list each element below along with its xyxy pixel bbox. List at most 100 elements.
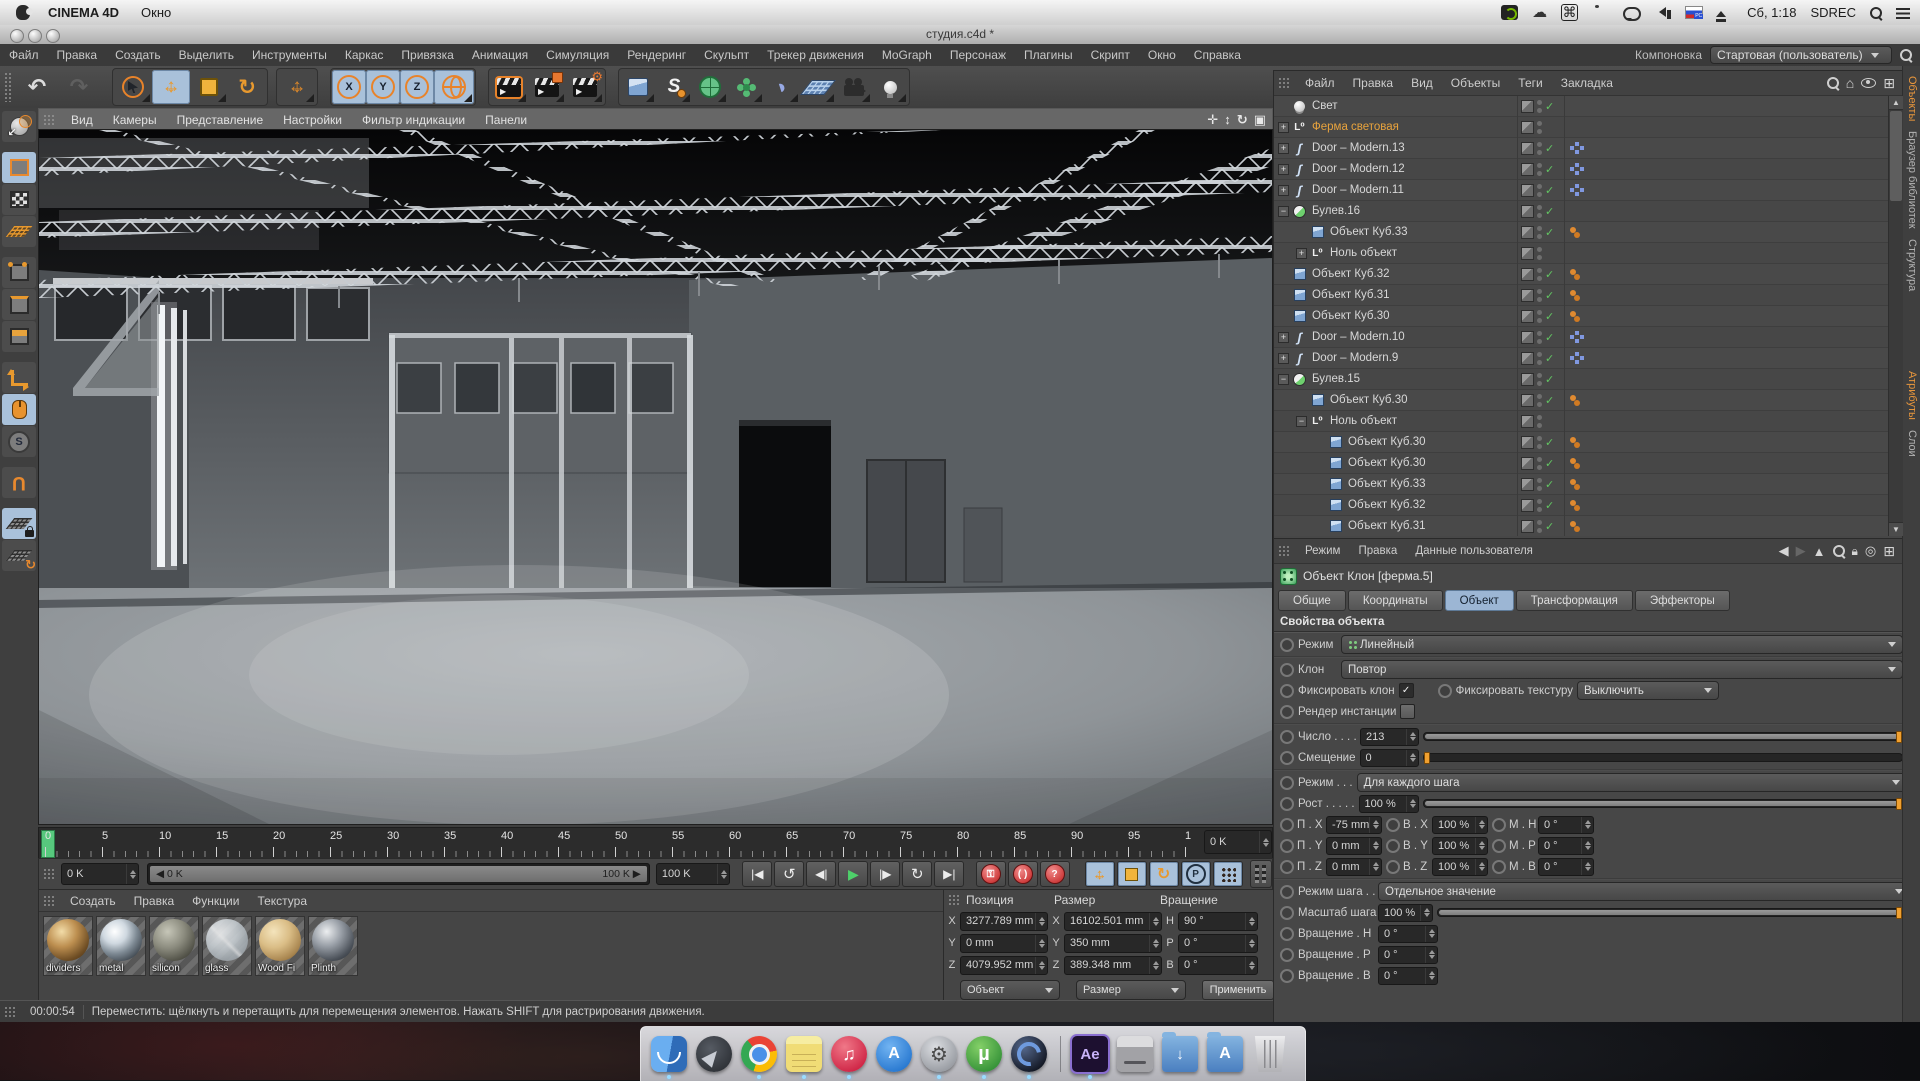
viewport-pan-icon[interactable]: ✛ bbox=[1207, 113, 1218, 126]
search-icon[interactable] bbox=[1900, 49, 1912, 61]
layer-chip[interactable] bbox=[1521, 225, 1534, 239]
attribute-tab[interactable]: Эффекторы bbox=[1634, 590, 1730, 611]
visibility-dots[interactable] bbox=[1537, 288, 1542, 302]
object-manager-scrollbar[interactable]: ▲ ▼ bbox=[1888, 96, 1903, 536]
object-tag-icon[interactable] bbox=[1570, 478, 1576, 485]
add-mograph-cloner-button[interactable] bbox=[728, 70, 764, 104]
panel-grip[interactable] bbox=[1278, 77, 1290, 89]
viewport-menu-item[interactable]: Камеры bbox=[103, 113, 167, 127]
keyframe-circle[interactable] bbox=[1386, 838, 1400, 853]
points-mode-button[interactable] bbox=[2, 257, 36, 288]
dock-app-icon[interactable]: µ bbox=[964, 1034, 1004, 1079]
object-name[interactable]: Объект Куб.31 bbox=[1348, 520, 1426, 532]
attribute-tab[interactable]: Координаты bbox=[1347, 590, 1443, 611]
object-tag-icon[interactable] bbox=[1570, 268, 1576, 275]
app-menu-item[interactable]: Анимация bbox=[463, 48, 537, 62]
app-menu-item[interactable]: Симуляция bbox=[537, 48, 618, 62]
material-swatch[interactable]: Plinth bbox=[308, 916, 358, 976]
layer-chip[interactable] bbox=[1521, 309, 1534, 323]
object-name[interactable]: Объект Куб.30 bbox=[1312, 310, 1390, 322]
mode-dropdown[interactable]: Линейный bbox=[1341, 635, 1903, 654]
goto-end-button[interactable]: ▶| bbox=[934, 861, 965, 887]
keyframe-circle[interactable] bbox=[1280, 704, 1294, 719]
app-menu-item[interactable]: Правка bbox=[48, 48, 107, 62]
app-menu-item[interactable]: Каркас bbox=[336, 48, 393, 62]
layer-chip[interactable] bbox=[1521, 393, 1534, 407]
keyframe-circle[interactable] bbox=[1437, 683, 1452, 698]
lock-z-axis-button[interactable]: Z bbox=[400, 70, 434, 104]
app-menu-item[interactable]: Выделить bbox=[170, 48, 243, 62]
object-row[interactable]: Свет ✓ bbox=[1274, 96, 1903, 117]
offset-field[interactable]: 0 bbox=[1359, 748, 1419, 767]
notification-center-icon[interactable] bbox=[1896, 8, 1910, 19]
object-name[interactable]: Объект Куб.31 bbox=[1312, 289, 1390, 301]
layer-chip[interactable] bbox=[1521, 519, 1534, 533]
visibility-dots[interactable] bbox=[1537, 120, 1542, 134]
fix-texture-dropdown[interactable]: Выключить bbox=[1576, 681, 1719, 700]
add-spline-button[interactable]: S bbox=[656, 70, 692, 104]
object-row[interactable]: Объект Куб.30 ✓ bbox=[1274, 306, 1903, 327]
growth-field[interactable]: 100 % bbox=[1358, 794, 1419, 813]
window-title-bar[interactable]: студия.c4d * bbox=[0, 25, 1920, 45]
object-name[interactable]: Объект Куб.32 bbox=[1312, 268, 1390, 280]
enabled-check-icon[interactable]: ✓ bbox=[1545, 457, 1557, 470]
visibility-dots[interactable] bbox=[1537, 162, 1542, 176]
object-name[interactable]: Door – Modern.13 bbox=[1312, 142, 1405, 154]
layer-chip[interactable] bbox=[1521, 435, 1534, 449]
live-selection-tool[interactable] bbox=[114, 70, 152, 104]
object-name[interactable]: Ноль объект bbox=[1330, 415, 1397, 427]
keyframe-circle[interactable] bbox=[1386, 859, 1400, 874]
transform-field[interactable]: 0 ° bbox=[1538, 857, 1594, 876]
visibility-dots[interactable] bbox=[1537, 456, 1542, 470]
position-y-field[interactable]: 0 mm bbox=[960, 933, 1048, 953]
app-menu-item[interactable]: MoGraph bbox=[873, 48, 941, 62]
object-tag-icon[interactable] bbox=[1570, 289, 1576, 296]
object-tag-icon[interactable] bbox=[1570, 146, 1574, 150]
snap-settings-button[interactable]: S bbox=[2, 426, 36, 457]
expand-toggle[interactable] bbox=[1278, 184, 1289, 196]
viewport-maximize-icon[interactable]: ▣ bbox=[1254, 113, 1266, 126]
enabled-check-icon[interactable]: ✓ bbox=[1545, 142, 1557, 155]
object-row[interactable]: Door – Modern.9 ✓ bbox=[1274, 348, 1903, 369]
end-frame-field[interactable]: 100 K bbox=[655, 863, 731, 885]
visibility-dots[interactable] bbox=[1537, 414, 1542, 428]
attribute-menu-item[interactable]: Данные пользователя bbox=[1406, 545, 1542, 557]
visibility-dots[interactable] bbox=[1537, 246, 1542, 260]
autokeying-button[interactable]: ( ) bbox=[1007, 861, 1038, 887]
count-field[interactable]: 213 bbox=[1360, 727, 1419, 746]
visibility-dots[interactable] bbox=[1537, 351, 1542, 365]
key-scale-toggle[interactable] bbox=[1116, 861, 1147, 887]
last-used-tool[interactable] bbox=[278, 70, 316, 104]
make-editable-button[interactable] bbox=[2, 111, 36, 142]
enabled-check-icon[interactable]: ✓ bbox=[1545, 352, 1557, 365]
app-menu-item[interactable]: Привязка bbox=[392, 48, 462, 62]
apply-button[interactable]: Применить bbox=[1202, 980, 1274, 1000]
layer-chip[interactable] bbox=[1521, 351, 1534, 365]
render-instances-checkbox[interactable] bbox=[1400, 704, 1416, 719]
workplane-lock-button[interactable] bbox=[2, 508, 36, 539]
transform-field[interactable]: 100 % bbox=[1432, 815, 1488, 834]
expand-toggle[interactable] bbox=[1278, 205, 1289, 217]
object-row[interactable]: Door – Modern.13 ✓ bbox=[1274, 138, 1903, 159]
object-name[interactable]: Булев.15 bbox=[1312, 373, 1360, 385]
expand-toggle[interactable] bbox=[1278, 142, 1289, 154]
object-name[interactable]: Объект Куб.33 bbox=[1348, 478, 1426, 490]
object-tag-icon[interactable] bbox=[1570, 335, 1574, 339]
active-app-name[interactable]: CINEMA 4D bbox=[48, 5, 119, 20]
enabled-check-icon[interactable]: ✓ bbox=[1545, 268, 1557, 281]
panel-grip[interactable] bbox=[43, 868, 55, 880]
app-menu-item[interactable]: Создать bbox=[106, 48, 170, 62]
visibility-dots[interactable] bbox=[1537, 330, 1542, 344]
object-row[interactable]: Ноль объект ✓ bbox=[1274, 411, 1903, 432]
object-tag-icon[interactable] bbox=[1570, 167, 1574, 171]
toolbar-grip[interactable] bbox=[4, 72, 12, 102]
add-deformer-button[interactable]: ◗ bbox=[764, 70, 800, 104]
object-tag-icon[interactable] bbox=[1570, 394, 1576, 401]
material-swatch[interactable]: dividers bbox=[43, 916, 93, 976]
volume-tray-icon[interactable] bbox=[1654, 7, 1672, 19]
object-row[interactable]: Объект Куб.30 ✓ bbox=[1274, 453, 1903, 474]
timeline-ruler[interactable]: 0 5 10 15 20 25 30 35 40 45 50 55 60 65 70 75 80 85 90 95 1 0… bbox=[38, 827, 1273, 859]
panel-grip[interactable] bbox=[43, 113, 55, 126]
rotation-b-field[interactable]: 0 ° bbox=[1178, 955, 1258, 975]
keyframe-circle[interactable] bbox=[1280, 926, 1294, 941]
